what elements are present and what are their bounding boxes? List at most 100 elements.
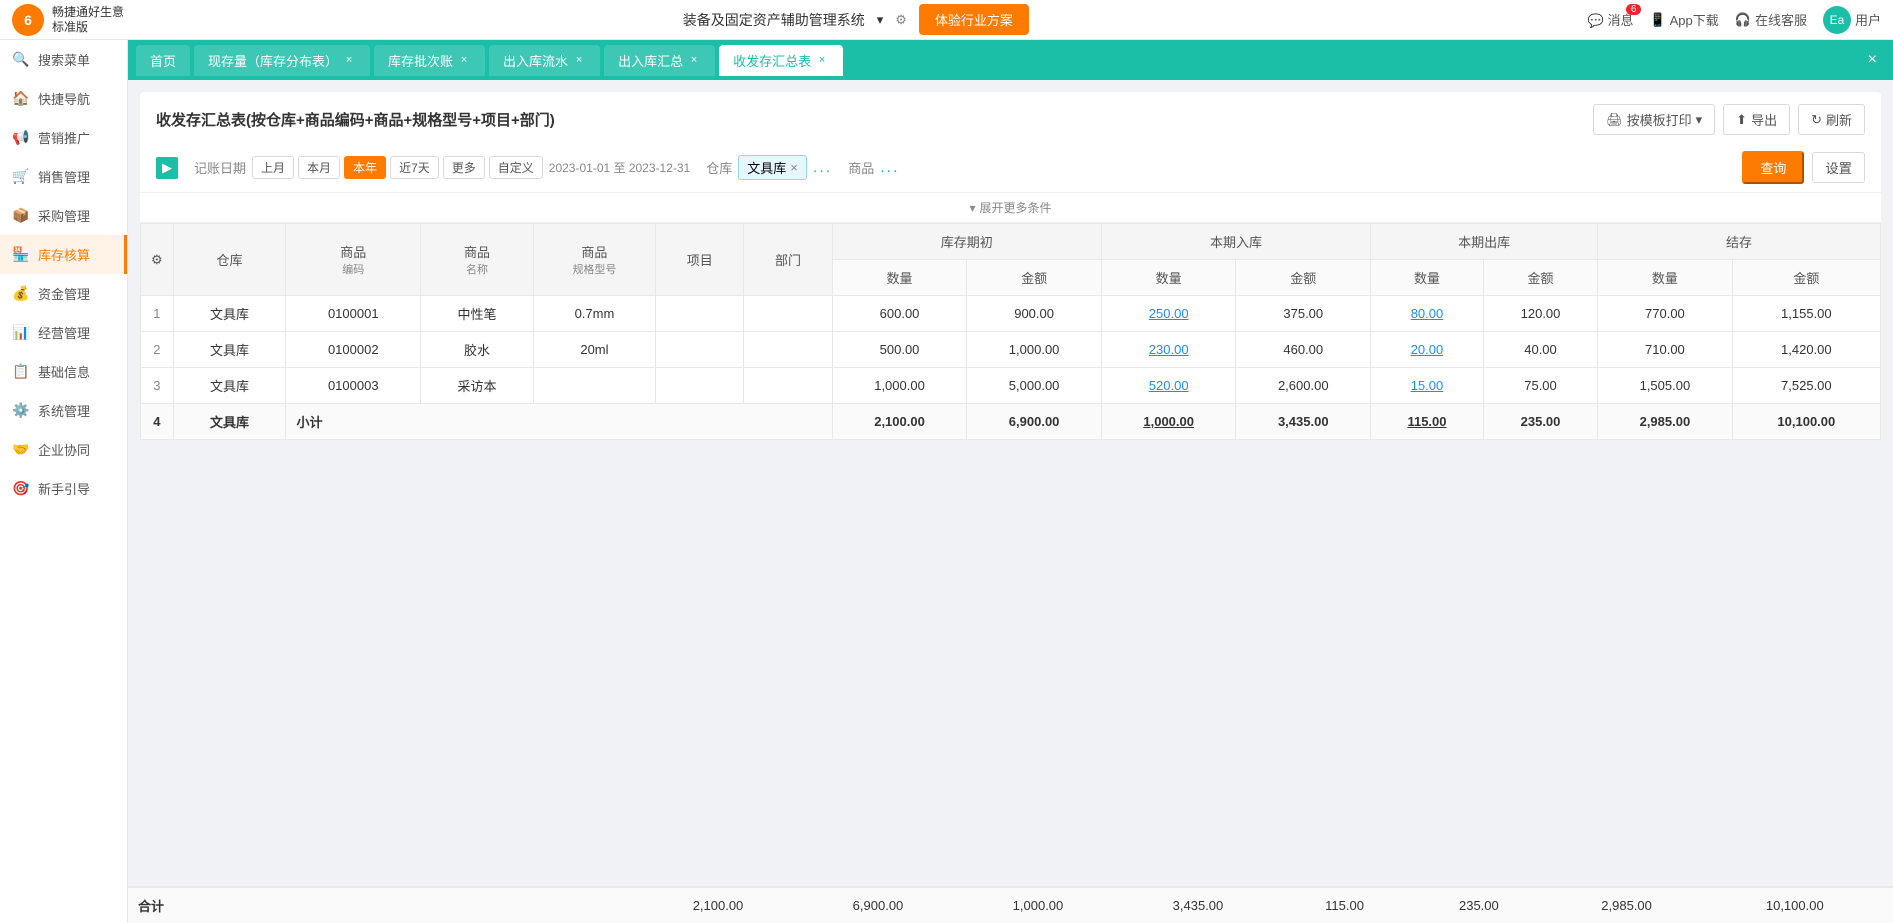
warehouse-tag-text: 文具库 — [747, 158, 786, 177]
sidebar-item-capital[interactable]: 💰 资金管理 — [0, 274, 127, 313]
tab-home[interactable]: 首页 — [136, 45, 190, 76]
sidebar-label-capital: 资金管理 — [38, 284, 90, 303]
cell-opening-amt: 5,000.00 — [967, 368, 1102, 404]
app-download-button[interactable]: 📱 App下载 — [1649, 10, 1718, 29]
date-btn-7days[interactable]: 近7天 — [390, 156, 439, 179]
message-icon: 💬 — [1588, 13, 1604, 28]
tab-batch-close[interactable]: × — [457, 53, 471, 67]
sidebar-item-system[interactable]: ⚙️ 系统管理 — [0, 391, 127, 430]
tab-flow[interactable]: 出入库流水 × — [489, 45, 600, 76]
sidebar-item-purchase[interactable]: 📦 采购管理 — [0, 196, 127, 235]
table-settings-th[interactable]: ⚙ — [141, 224, 174, 296]
table-container: ⚙ 仓库 商品编码 商品名称 商品规格型号 项目 部门 库存期初 本期入库 — [140, 223, 1881, 440]
date-filter-group: 记账日期 上月 本月 本年 近7天 更多 自定义 2023-01-01 至 20… — [194, 156, 690, 179]
cell-project — [656, 368, 744, 404]
date-btn-this-year[interactable]: 本年 — [344, 156, 386, 179]
goods-filter-label: 商品 — [848, 158, 874, 177]
tab-batch[interactable]: 库存批次账 × — [374, 45, 485, 76]
system-dropdown[interactable]: ▾ — [877, 12, 884, 28]
filter-collapse-btn[interactable]: ▶ — [156, 157, 178, 179]
sidebar-item-basic[interactable]: 📋 基础信息 — [0, 352, 127, 391]
sidebar-item-quick[interactable]: 🏠 快捷导航 — [0, 79, 127, 118]
user-area[interactable]: Ea 用户 — [1823, 6, 1881, 34]
expand-icon: ▾ — [969, 201, 975, 215]
tab-inventory-dist-close[interactable]: × — [342, 53, 356, 67]
page-content: 收发存汇总表(按仓库+商品编码+商品+规格型号+项目+部门) 🖨 按模板打印 ▾… — [128, 80, 1893, 886]
cell-dept — [744, 296, 832, 332]
logo-icon: 6 — [12, 4, 44, 36]
cell-in-qty[interactable]: 250.00 — [1101, 296, 1236, 332]
total-opening-amt: 6,900.00 — [798, 896, 958, 915]
th-out-qty: 数量 — [1371, 260, 1484, 296]
sidebar-label-system: 系统管理 — [38, 401, 90, 420]
total-label: 合计 — [138, 896, 172, 915]
subtotal-in-amt: 3,435.00 — [1236, 404, 1371, 440]
cell-spec — [533, 368, 655, 404]
sidebar-item-marketing[interactable]: 📢 营销推广 — [0, 118, 127, 157]
subtotal-out-amt: 235.00 — [1483, 404, 1597, 440]
cell-in-qty[interactable]: 520.00 — [1101, 368, 1236, 404]
gear-icon[interactable]: ⚙ — [895, 12, 907, 28]
tab-bar-close-all[interactable]: × — [1860, 51, 1885, 69]
date-btn-custom[interactable]: 自定义 — [489, 156, 543, 179]
cell-no: 2 — [141, 332, 174, 368]
expand-conditions-btn[interactable]: ▾ 展开更多条件 — [969, 199, 1051, 216]
total-balance-amt: 10,100.00 — [1707, 896, 1883, 915]
cell-warehouse: 文具库 — [173, 368, 286, 404]
date-btn-more[interactable]: 更多 — [443, 156, 485, 179]
sales-icon: 🛒 — [12, 168, 30, 186]
cell-code: 0100002 — [286, 332, 421, 368]
filter-settings-button[interactable]: 设置 — [1812, 152, 1865, 183]
tab-receipt-summary-close[interactable]: × — [815, 53, 829, 67]
sidebar: 🔍 搜索菜单 🏠 快捷导航 📢 营销推广 🛒 销售管理 📦 采购管理 🏪 — [0, 40, 128, 923]
query-button[interactable]: 查询 — [1742, 151, 1804, 184]
export-button[interactable]: ⬆ 导出 — [1723, 104, 1790, 135]
tab-receipt-summary[interactable]: 收发存汇总表 × — [719, 45, 843, 76]
data-table: ⚙ 仓库 商品编码 商品名称 商品规格型号 项目 部门 库存期初 本期入库 — [140, 223, 1881, 440]
th-balance-qty: 数量 — [1598, 260, 1733, 296]
print-dropdown-icon: ▾ — [1696, 112, 1703, 128]
sidebar-label-purchase: 采购管理 — [38, 206, 90, 225]
brand-text: 畅捷通好生意 标准版 — [52, 5, 124, 34]
tab-summary-close[interactable]: × — [687, 53, 701, 67]
cell-out-qty[interactable]: 15.00 — [1371, 368, 1484, 404]
cell-dept — [744, 368, 832, 404]
date-btn-last-month[interactable]: 上月 — [252, 156, 294, 179]
tab-inventory-dist[interactable]: 现存量（库存分布表） × — [194, 45, 370, 76]
online-service-button[interactable]: 🎧 在线客服 — [1735, 10, 1807, 29]
sidebar-label-quick: 快捷导航 — [38, 89, 90, 108]
tab-summary[interactable]: 出入库汇总 × — [604, 45, 715, 76]
system-name: 装备及固定资产辅助管理系统 — [683, 10, 865, 30]
sidebar-item-inventory[interactable]: 🏪 库存核算 — [0, 235, 127, 274]
sidebar-item-search[interactable]: 🔍 搜索菜单 — [0, 40, 127, 79]
cell-project — [656, 296, 744, 332]
th-balance: 结存 — [1598, 224, 1881, 260]
sidebar-item-guide[interactable]: 🎯 新手引导 — [0, 469, 127, 508]
th-in-amt: 金额 — [1236, 260, 1371, 296]
warehouse-more-dots[interactable]: ... — [813, 159, 832, 177]
print-icon: 🖨 — [1606, 112, 1623, 128]
print-button[interactable]: 🖨 按模板打印 ▾ — [1593, 104, 1715, 135]
subtotal-no: 4 — [141, 404, 174, 440]
search-icon: 🔍 — [12, 51, 30, 69]
sidebar-item-operation[interactable]: 📊 经营管理 — [0, 313, 127, 352]
sidebar-item-collab[interactable]: 🤝 企业协同 — [0, 430, 127, 469]
column-settings-icon[interactable]: ⚙ — [151, 252, 163, 267]
capital-icon: 💰 — [12, 285, 30, 303]
tab-flow-close[interactable]: × — [572, 53, 586, 67]
top-center: 装备及固定资产辅助管理系统 ▾ ⚙ 体验行业方案 — [683, 4, 1029, 35]
message-button[interactable]: 💬 消息 6 — [1588, 10, 1634, 29]
cell-opening-qty: 500.00 — [832, 332, 967, 368]
total-in-qty: 1,000.00 — [958, 896, 1118, 915]
tab-home-label: 首页 — [150, 51, 176, 70]
cell-in-qty[interactable]: 230.00 — [1101, 332, 1236, 368]
cell-out-qty[interactable]: 80.00 — [1371, 296, 1484, 332]
goods-more-dots[interactable]: ... — [880, 159, 899, 177]
sidebar-item-sales[interactable]: 🛒 销售管理 — [0, 157, 127, 196]
expand-row: ▾ 展开更多条件 — [140, 192, 1881, 222]
experience-button[interactable]: 体验行业方案 — [919, 4, 1029, 35]
cell-out-qty[interactable]: 20.00 — [1371, 332, 1484, 368]
refresh-button[interactable]: ↻ 刷新 — [1798, 104, 1865, 135]
warehouse-tag-remove[interactable]: × — [790, 160, 798, 175]
date-btn-this-month[interactable]: 本月 — [298, 156, 340, 179]
